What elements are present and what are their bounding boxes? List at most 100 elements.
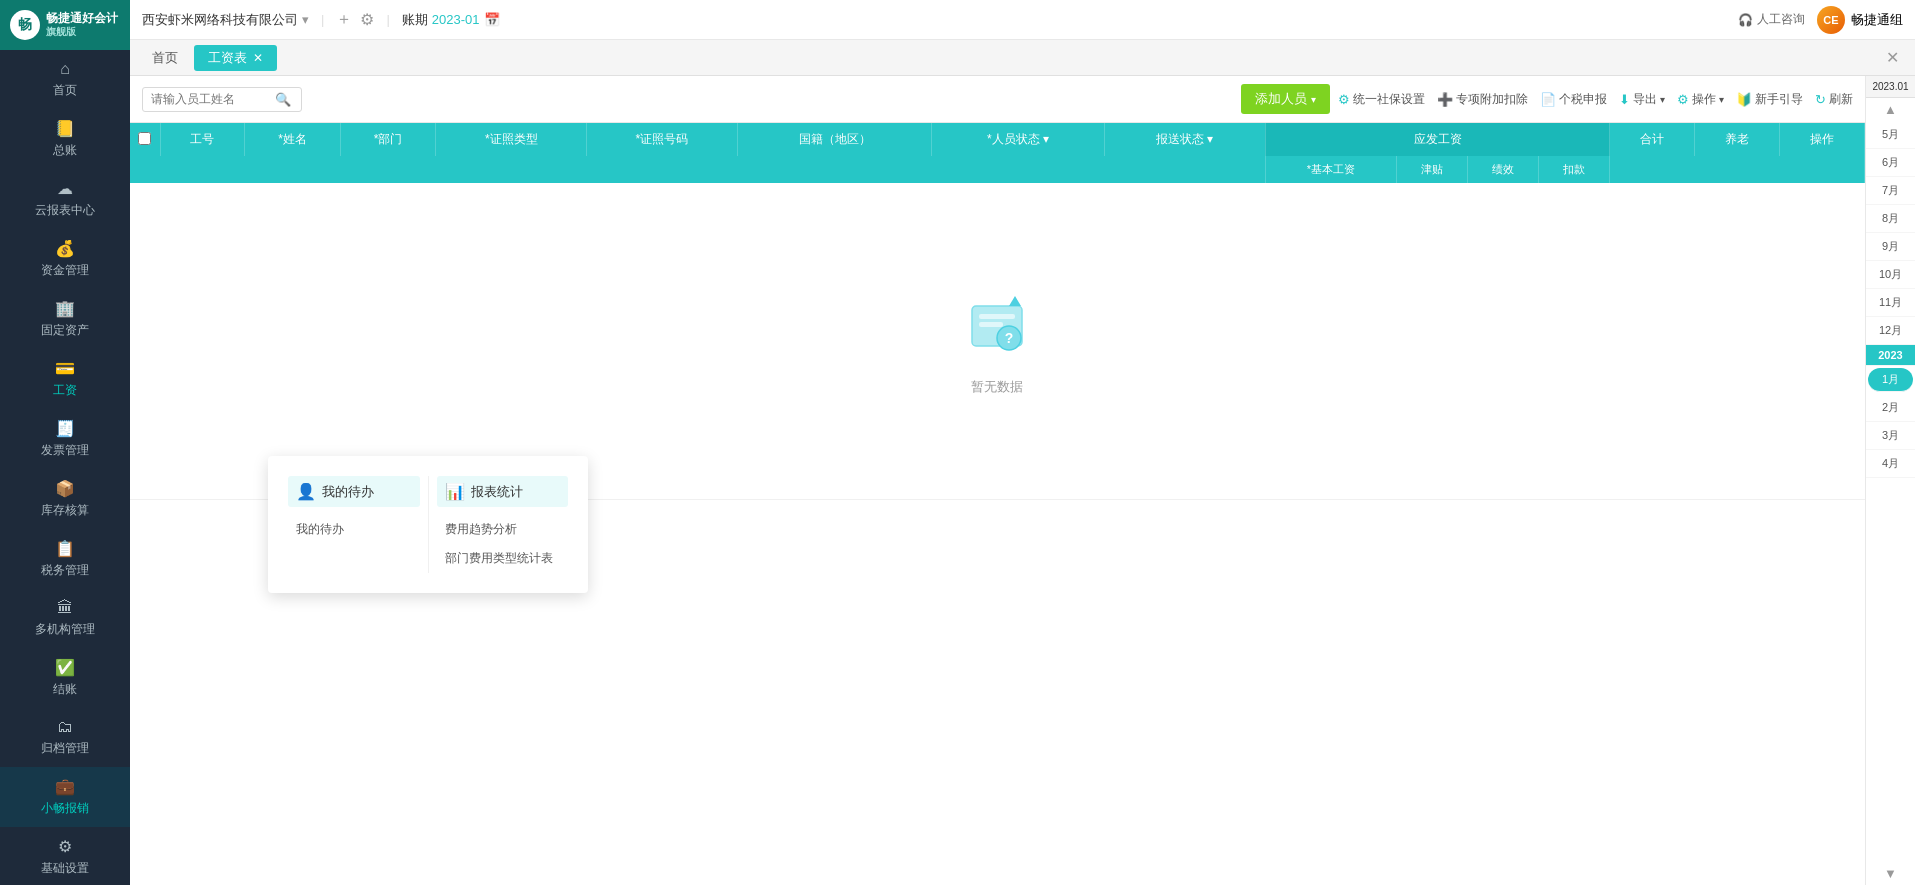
sidebar-label-salary: 工资 [53, 382, 77, 399]
popup-col-report: 📊 报表统计 费用趋势分析 部门费用类型统计表 [429, 468, 577, 581]
timeline-month-9[interactable]: 9月 [1866, 233, 1915, 261]
report-filter-icon[interactable]: ▾ [1207, 132, 1213, 146]
sidebar-item-expense[interactable]: 💼 小畅报销 [0, 767, 130, 827]
expense-icon: 💼 [55, 777, 75, 796]
timeline-month-11[interactable]: 11月 [1866, 289, 1915, 317]
popup-dept-expense-item[interactable]: 部门费用类型统计表 [437, 544, 569, 573]
timeline-month-3[interactable]: 3月 [1866, 422, 1915, 450]
add-company-icon[interactable]: ＋ [336, 9, 352, 30]
refresh-action[interactable]: ↻ 刷新 [1815, 91, 1853, 108]
timeline-month-5[interactable]: 5月 [1866, 121, 1915, 149]
timeline-month-6[interactable]: 6月 [1866, 149, 1915, 177]
service-button[interactable]: 🎧 人工咨询 [1738, 11, 1805, 28]
sidebar-item-archive[interactable]: 🗂 归档管理 [0, 708, 130, 767]
popup-expense-trend-item[interactable]: 费用趋势分析 [437, 515, 569, 544]
operation-action[interactable]: ⚙ 操作 ▾ [1677, 91, 1724, 108]
tab-home[interactable]: 首页 [138, 45, 192, 71]
empty-state: ? 暂无数据 [136, 191, 1859, 491]
sidebar-item-invoice[interactable]: 🧾 发票管理 [0, 409, 130, 469]
th-salary-group: 应发工资 [1265, 123, 1610, 156]
sidebar-label-basic: 基础设置 [41, 860, 89, 877]
special-deduction-action[interactable]: ➕ 专项附加扣除 [1437, 91, 1528, 108]
sidebar-item-fixed-assets[interactable]: 🏢 固定资产 [0, 289, 130, 349]
social-insurance-icon: ⚙ [1338, 92, 1350, 107]
archive-icon: 🗂 [57, 718, 73, 736]
guide-action[interactable]: 🔰 新手引导 [1736, 91, 1803, 108]
timeline-nav-down[interactable]: ▼ [1866, 862, 1915, 885]
th-checkbox[interactable] [130, 123, 160, 156]
sidebar-label-cloud: 云报表中心 [35, 202, 95, 219]
headset-icon: 🎧 [1738, 13, 1753, 27]
sidebar-item-inventory[interactable]: 📦 库存核算 [0, 469, 130, 529]
timeline-month-1[interactable]: 1月 [1868, 368, 1913, 392]
popup-my-todo-item[interactable]: 我的待办 [288, 515, 420, 544]
sidebar-label-multi-org: 多机构管理 [35, 621, 95, 638]
th-dept: *部门 [340, 123, 436, 156]
timeline-month-12[interactable]: 12月 [1866, 317, 1915, 345]
empty-cell: ? 暂无数据 [130, 183, 1865, 500]
sidebar-label-ledger: 总账 [53, 142, 77, 159]
report-title-icon: 📊 [445, 482, 465, 501]
sidebar-item-basic[interactable]: ⚙ 基础设置 [0, 827, 130, 885]
username: 畅捷通组 [1851, 11, 1903, 29]
social-insurance-action[interactable]: ⚙ 统一社保设置 [1338, 91, 1425, 108]
tab-close-icon[interactable]: ✕ [253, 51, 263, 65]
th-status: *人员状态 ▾ [932, 123, 1104, 156]
th-nationality: 国籍（地区） [737, 123, 932, 156]
timeline-month-7[interactable]: 7月 [1866, 177, 1915, 205]
dept-expense-label: 部门费用类型统计表 [445, 551, 553, 565]
period-selector[interactable]: 账期 2023-01 📅 [402, 11, 500, 29]
timeline-panel: 2023.01 ▲ 5月 6月 7月 8月 9月 10月 11月 12月 202… [1865, 76, 1915, 885]
select-all-checkbox[interactable] [138, 132, 151, 145]
tabbar: 首页 工资表 ✕ ✕ [130, 40, 1915, 76]
th-subsidy: 津贴 [1397, 156, 1468, 183]
search-wrap[interactable]: 🔍 [142, 87, 302, 112]
add-person-button[interactable]: 添加人员 ▾ [1241, 84, 1330, 114]
tax-report-icon: 📄 [1540, 92, 1556, 107]
settings-icon[interactable]: ⚙ [360, 10, 374, 29]
panel-close-button[interactable]: ✕ [1878, 44, 1907, 71]
assets-icon: 🏢 [55, 299, 75, 318]
th-id-type: *证照类型 [436, 123, 587, 156]
th-total: 合计 [1610, 123, 1695, 156]
refresh-label: 刷新 [1829, 91, 1853, 108]
company-dropdown-icon: ▾ [302, 12, 309, 27]
todo-title-icon: 👤 [296, 482, 316, 501]
timeline-nav-up[interactable]: ▲ [1866, 98, 1915, 121]
sidebar-label-settle: 结账 [53, 681, 77, 698]
timeline-month-2[interactable]: 2月 [1866, 394, 1915, 422]
sidebar-item-multi-org[interactable]: 🏛 多机构管理 [0, 589, 130, 648]
sidebar-item-tax[interactable]: 📋 税务管理 [0, 529, 130, 589]
sidebar-item-home[interactable]: ⌂ 首页 [0, 50, 130, 109]
sidebar-item-general-ledger[interactable]: 📒 总账 [0, 109, 130, 169]
sidebar-label-tax: 税务管理 [41, 562, 89, 579]
guide-action-icon: 🔰 [1736, 92, 1752, 107]
calendar-icon: 📅 [484, 12, 500, 27]
timeline-month-10[interactable]: 10月 [1866, 261, 1915, 289]
sidebar-label-inventory: 库存核算 [41, 502, 89, 519]
multi-org-icon: 🏛 [57, 599, 73, 617]
sidebar-item-funds[interactable]: 💰 资金管理 [0, 229, 130, 289]
export-action[interactable]: ⬇ 导出 ▾ [1619, 91, 1665, 108]
sidebar-item-settle[interactable]: ✅ 结账 [0, 648, 130, 708]
status-filter-icon[interactable]: ▾ [1043, 132, 1049, 146]
settle-icon: ✅ [55, 658, 75, 677]
timeline-scroll: 5月 6月 7月 8月 9月 10月 11月 12月 2023 1月 2月 3月… [1866, 121, 1915, 862]
timeline-month-8[interactable]: 8月 [1866, 205, 1915, 233]
sidebar-label-invoice: 发票管理 [41, 442, 89, 459]
tab-salary-label: 工资表 [208, 49, 247, 67]
special-deduction-label: 专项附加扣除 [1456, 91, 1528, 108]
svg-rect-2 [979, 322, 1003, 327]
sidebar-item-cloud-report[interactable]: ☁ 云报表中心 [0, 169, 130, 229]
search-input[interactable] [151, 92, 271, 106]
user-menu[interactable]: CE 畅捷通组 [1817, 6, 1903, 34]
tab-salary[interactable]: 工资表 ✕ [194, 45, 277, 71]
popup-col-todo: 👤 我的待办 我的待办 [280, 468, 428, 581]
period-label: 账期 [402, 11, 428, 29]
sidebar-item-salary[interactable]: 💳 工资 [0, 349, 130, 409]
company-selector[interactable]: 西安虾米网络科技有限公司 ▾ [142, 11, 309, 29]
timeline-month-4[interactable]: 4月 [1866, 450, 1915, 478]
cloud-icon: ☁ [57, 179, 73, 198]
main-wrap: 西安虾米网络科技有限公司 ▾ | ＋ ⚙ | 账期 2023-01 📅 🎧 人工… [130, 0, 1915, 885]
tax-report-action[interactable]: 📄 个税申报 [1540, 91, 1607, 108]
